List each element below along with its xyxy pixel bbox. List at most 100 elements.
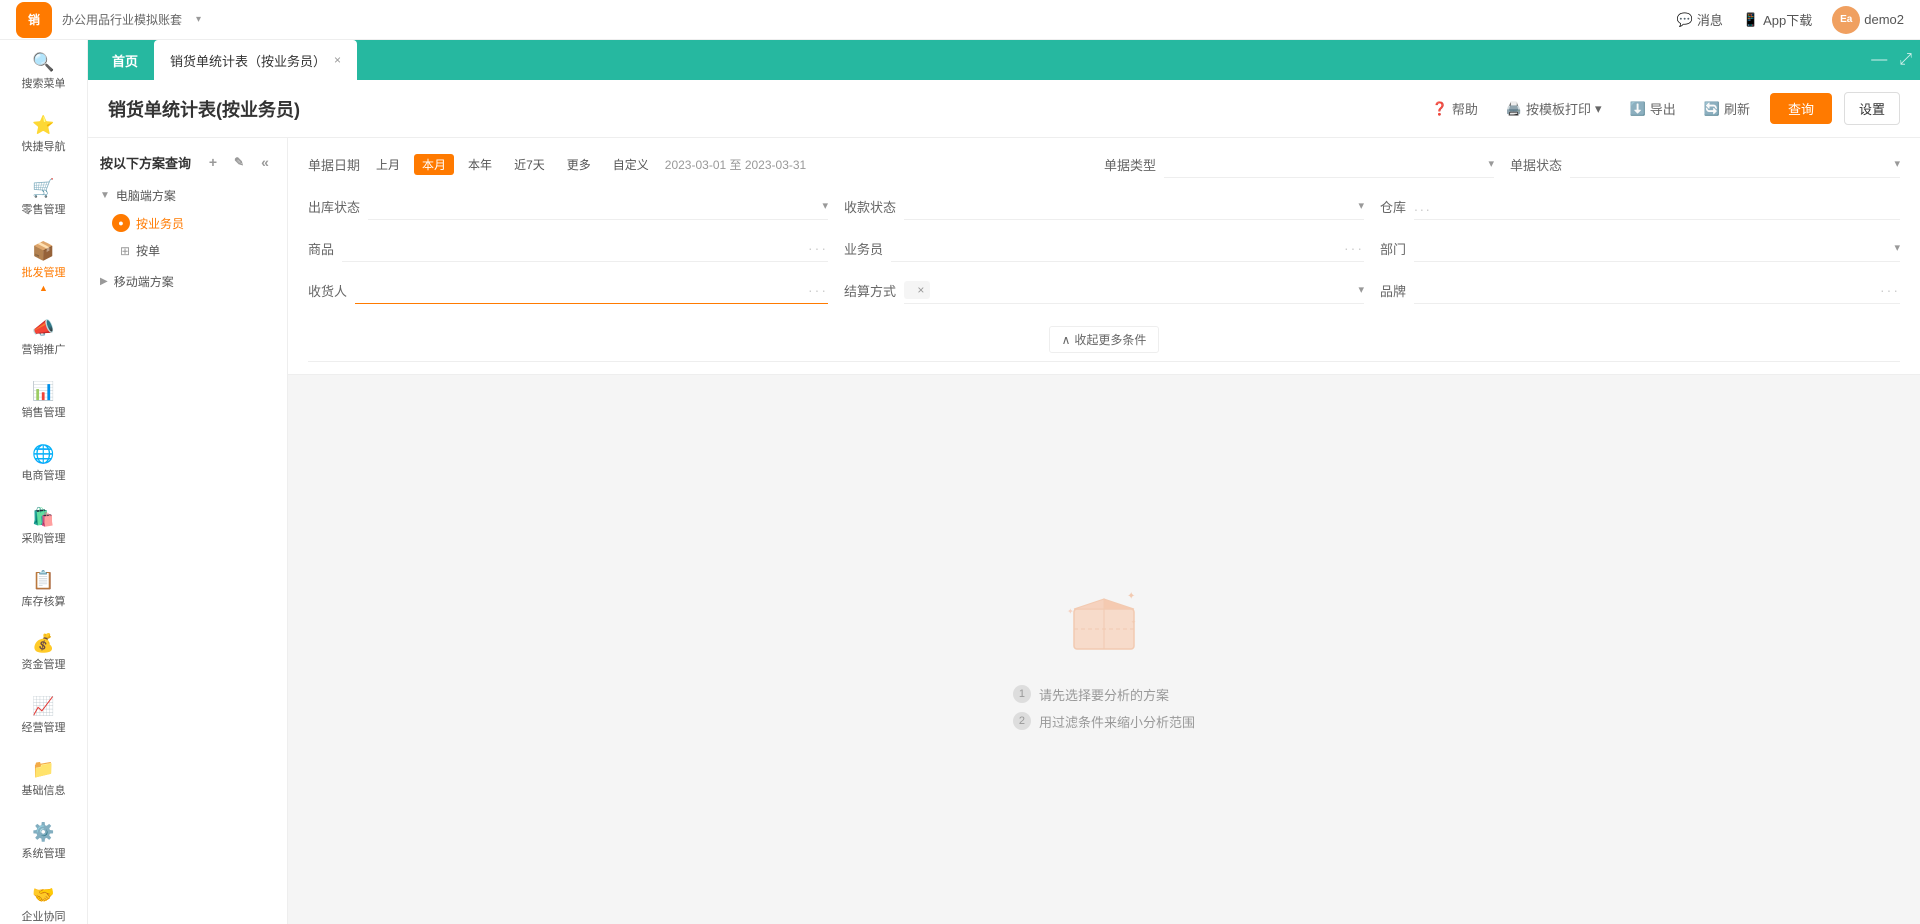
pc-group-arrow-icon: ▼ [100,190,110,201]
mobile-group-arrow-icon: ▶ [100,276,108,287]
salesperson-label: 业务员 [844,239,883,258]
page-header-actions: ❓ 帮助 🖨️ 按模板打印 ▾ ⬇️ 导出 🔄 刷新 [1424,92,1900,125]
date-last-month[interactable]: 上月 [368,154,408,175]
collapse-row: ∧ 收起更多条件 [308,318,1900,362]
message-icon: 💬 [1677,12,1693,28]
sidebar-item-inventory[interactable]: 📋 库存核算 [0,558,87,621]
receiver-input[interactable]: ··· [355,276,828,304]
scheme-item-by-order[interactable]: ⊞ 按单 [88,237,287,264]
date-range-text: 2023-03-01 至 2023-03-31 [665,156,806,173]
tab-home[interactable]: 首页 [96,40,154,80]
out-status-label: 出库状态 [308,197,360,216]
setting-button[interactable]: 设置 [1844,92,1900,125]
doc-status-label: 单据状态 [1510,155,1562,174]
doc-status-input[interactable]: ▾ [1570,150,1900,178]
app-download-button[interactable]: 📱 App下载 [1743,10,1812,29]
system-icon: ⚙️ [4,822,83,843]
tip-num-1: 1 [1013,685,1031,703]
logo-icon: 销 [16,2,52,38]
empty-tips: 1 请先选择要分析的方案 2 用过滤条件来缩小分析范围 [1013,685,1195,731]
date-this-year[interactable]: 本年 [460,154,500,175]
sidebar-item-purchase[interactable]: 🛍️ 采购管理 [0,495,87,558]
settlement-tag-close[interactable]: × [917,283,924,297]
filter-product: 商品 ··· [308,234,828,262]
cooperation-icon: 🤝 [4,885,83,906]
sidebar-item-ecommerce[interactable]: 🌐 电商管理 [0,432,87,495]
salesperson-input[interactable]: ··· [891,234,1364,262]
message-button[interactable]: 💬 消息 [1677,10,1723,29]
warehouse-label: 仓库 [1380,197,1406,216]
svg-text:✦: ✦ [1067,607,1074,616]
filter-settlement: 结算方式 × ▾ [844,276,1364,304]
sidebar-item-retail[interactable]: 🛒 零售管理 [0,166,87,229]
dept-label: 部门 [1380,239,1406,258]
business-icon: 📈 [4,696,83,717]
settlement-input[interactable]: × ▾ [904,276,1364,304]
sidebar-item-sales[interactable]: 📊 销售管理 [0,369,87,432]
sidebar-item-business[interactable]: 📈 经营管理 [0,684,87,747]
content-area: 首页 销货单统计表（按业务员） × — ⤢ 销货单统计表(按业务员) ❓ 帮助 [88,40,1920,924]
scheme-group-pc-title[interactable]: ▼ 电脑端方案 [88,182,287,209]
tip-num-2: 2 [1013,712,1031,730]
brand-input[interactable]: ··· [1414,276,1900,304]
scheme-add-button[interactable]: + [203,152,223,172]
settlement-label: 结算方式 [844,281,896,300]
print-dropdown-arrow[interactable]: ▾ [1595,101,1602,117]
sidebar-item-basic[interactable]: 📁 基础信息 [0,747,87,810]
date-more[interactable]: 更多 [559,154,599,175]
sales-icon: 📊 [4,381,83,402]
scheme-group-mobile-title[interactable]: ▶ 移动端方案 [88,268,287,295]
refresh-button[interactable]: 🔄 刷新 [1696,95,1758,122]
sidebar-item-wholesale[interactable]: 📦 批发管理 ▲ [0,229,87,306]
tab-bar: 首页 销货单统计表（按业务员） × — ⤢ [88,40,1920,80]
settlement-tag: × [904,281,930,299]
sidebar-item-cooperation[interactable]: 🤝 企业协同 [0,873,87,924]
scheme-item-by-salesperson[interactable]: ● 按业务员 [88,209,287,237]
ecommerce-icon: 🌐 [4,444,83,465]
out-status-input[interactable]: ▾ [368,192,828,220]
sidebar-item-finance[interactable]: 💰 资金管理 [0,621,87,684]
filter-section: 单据日期 上月 本月 本年 近7天 更多 自定义 2023-03-01 至 20… [288,138,1920,375]
sidebar-item-marketing[interactable]: 📣 营销推广 [0,306,87,369]
title-dropdown-arrow[interactable]: ▾ [196,14,201,25]
filter-row-2: 出库状态 ▾ 收款状态 ▾ [308,192,1900,220]
warehouse-input[interactable]: ... [1414,192,1900,220]
date-custom[interactable]: 自定义 [605,154,657,175]
export-icon: ⬇️ [1630,101,1646,117]
doc-type-arrow-icon: ▾ [1488,157,1494,170]
tab-close-button[interactable]: × [334,53,341,67]
date-this-month[interactable]: 本月 [414,154,454,175]
tab-maximize-button[interactable]: ⤢ [1899,51,1912,69]
collapse-button[interactable]: ∧ 收起更多条件 [1049,326,1160,353]
print-button[interactable]: 🖨️ 按模板打印 ▾ [1498,95,1610,122]
wholesale-icon: 📦 [4,241,83,262]
tab-minimize-button[interactable]: — [1871,51,1887,69]
empty-state: ✦ ✦ ✦ 1 请先选择要分析的方案 [288,375,1920,924]
page-title: 销货单统计表(按业务员) [108,96,300,122]
scheme-collapse-button[interactable]: « [255,152,275,172]
product-label: 商品 [308,239,334,258]
sidebar-item-system[interactable]: ⚙️ 系统管理 [0,810,87,873]
query-button[interactable]: 查询 [1770,93,1832,124]
collect-status-input[interactable]: ▾ [904,192,1364,220]
right-area: 单据日期 上月 本月 本年 近7天 更多 自定义 2023-03-01 至 20… [288,138,1920,924]
out-status-arrow-icon: ▾ [822,199,828,212]
dept-input[interactable]: ▾ [1414,234,1900,262]
product-input[interactable]: ··· [342,234,828,262]
inventory-icon: 📋 [4,570,83,591]
collect-status-arrow-icon: ▾ [1358,199,1364,212]
sidebar-item-search-menu[interactable]: 🔍 搜索菜单 [0,40,87,103]
user-profile-button[interactable]: Ea demo2 [1832,6,1904,34]
doc-type-input[interactable]: ▾ [1164,150,1494,178]
tab-bar-actions: — ⤢ [1871,51,1912,69]
collect-status-label: 收款状态 [844,197,896,216]
help-button[interactable]: ❓ 帮助 [1424,95,1486,122]
date-last-7days[interactable]: 近7天 [506,154,553,175]
sidebar-item-quick-nav[interactable]: ⭐ 快捷导航 [0,103,87,166]
scheme-group-mobile: ▶ 移动端方案 [88,268,287,295]
top-bar: 销 办公用品行业模拟账套 ▾ 💬 消息 📱 App下载 Ea demo2 [0,0,1920,40]
tab-sales-stat[interactable]: 销货单统计表（按业务员） × [154,40,357,80]
export-button[interactable]: ⬇️ 导出 [1622,95,1684,122]
scheme-edit-button[interactable]: ✎ [229,152,249,172]
filter-brand: 品牌 ··· [1380,276,1900,304]
